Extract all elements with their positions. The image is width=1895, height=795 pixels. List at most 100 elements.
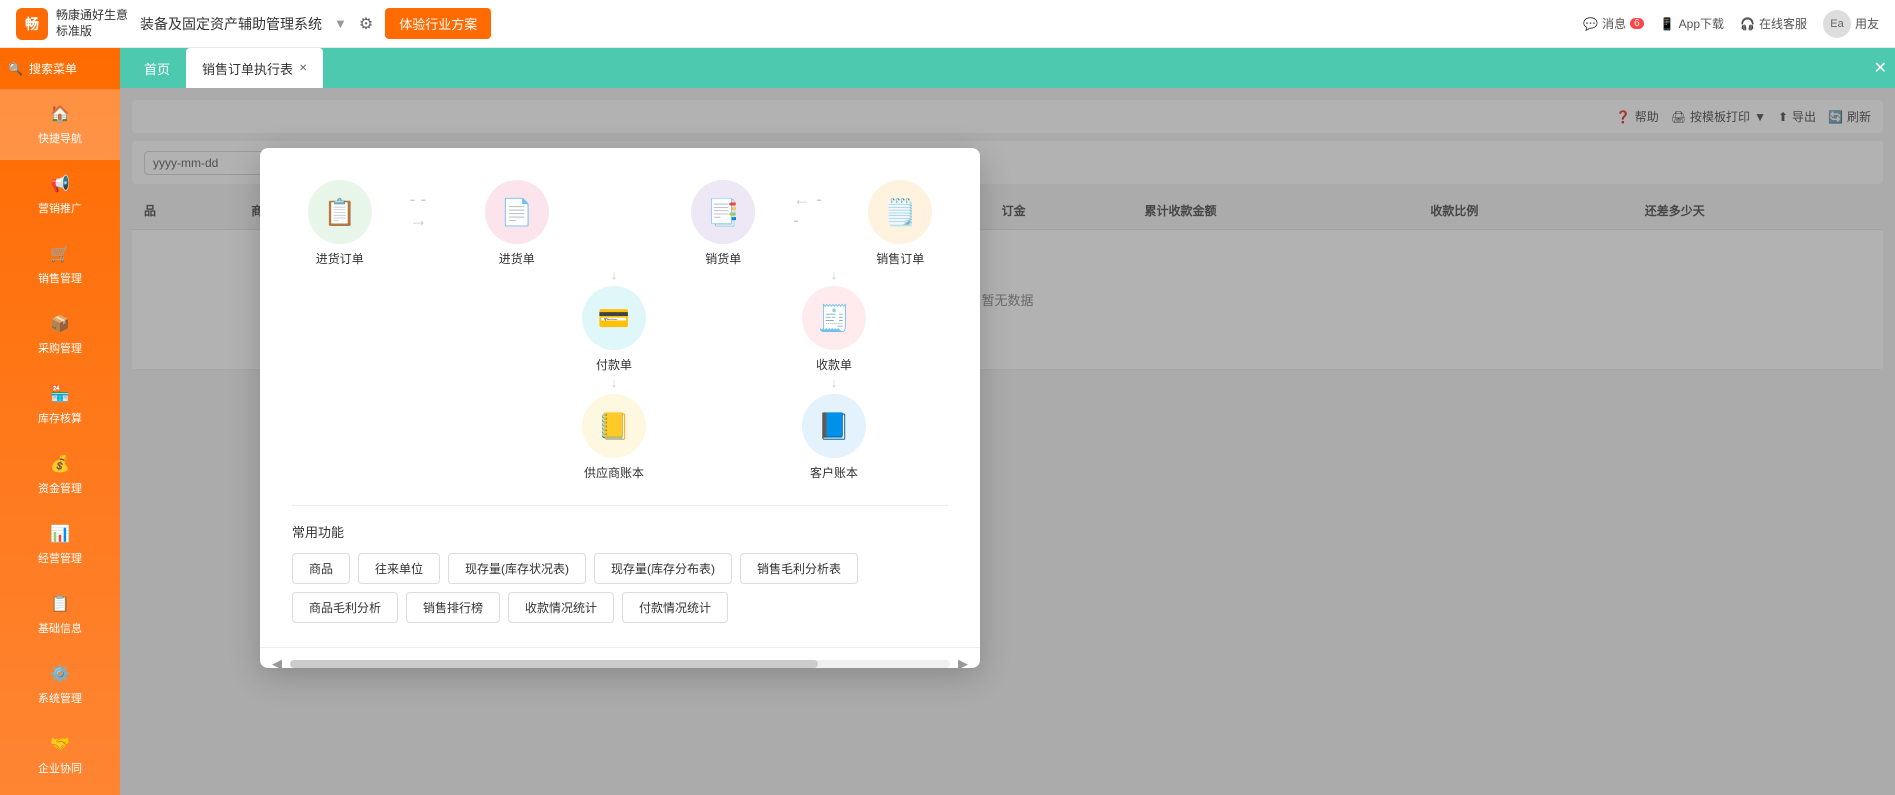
tab-sales-order-exec[interactable]: 销售订单执行表 ✕ bbox=[186, 48, 323, 88]
dropdown-arrow-icon[interactable]: ▼ bbox=[334, 16, 347, 31]
logo-text: 畅康通好生意 标准版 bbox=[56, 8, 128, 39]
modal: 📋 进货订单 - - → 📄 bbox=[260, 148, 980, 668]
cf-btn-sales-rank[interactable]: 销售排行榜 bbox=[406, 592, 500, 623]
cf-btn-product[interactable]: 商品 bbox=[292, 553, 350, 584]
receipt-circle: 🧾 bbox=[802, 286, 866, 350]
basic-info-icon: 📋 bbox=[50, 594, 70, 614]
cf-btn-stock-dist[interactable]: 现存量(库存分布表) bbox=[594, 553, 732, 584]
flow-item-sales-bill[interactable]: 📑 销货单 bbox=[658, 180, 789, 267]
logo-icon: 畅 bbox=[16, 8, 48, 40]
receipt-label: 收款单 bbox=[816, 356, 852, 373]
sales-tab-label: 销售订单执行表 bbox=[202, 59, 293, 78]
search-icon: 🔍 bbox=[8, 62, 23, 76]
message-badge: 6 bbox=[1630, 18, 1644, 29]
user-area[interactable]: Ea 用友 bbox=[1823, 10, 1879, 38]
purchase-order-circle: 📋 bbox=[308, 180, 372, 244]
flow-item-sales-order[interactable]: 🗒️ 销售订单 bbox=[835, 180, 966, 267]
tab-home[interactable]: 首页 bbox=[128, 48, 186, 88]
home-tab-label: 首页 bbox=[144, 59, 170, 78]
sidebar-item-quick-nav[interactable]: 🏠 快捷导航 bbox=[0, 90, 120, 160]
spacer-m3 bbox=[684, 375, 764, 390]
sidebar-item-inventory[interactable]: 🏪 库存核算 bbox=[0, 370, 120, 440]
spacer-a3 bbox=[476, 375, 544, 390]
settings-icon[interactable]: ⚙ bbox=[359, 14, 373, 34]
cf-btn-product-profit[interactable]: 商品毛利分析 bbox=[292, 592, 398, 623]
sidebar-item-marketing[interactable]: 📢 营销推广 bbox=[0, 160, 120, 230]
scroll-right-icon[interactable]: ▶ bbox=[958, 656, 968, 668]
flow-item-purchase-order[interactable]: 📋 进货订单 bbox=[274, 180, 405, 267]
sidebar-item-sales[interactable]: 🛒 销售管理 bbox=[0, 230, 120, 300]
supplier-ledger-circle: 📒 bbox=[582, 394, 646, 458]
arrow-down-receipt: ↓ bbox=[764, 375, 904, 390]
cf-btn-payment-stat[interactable]: 付款情况统计 bbox=[622, 592, 728, 623]
cf-btn-receipt-stat[interactable]: 收款情况统计 bbox=[508, 592, 614, 623]
modal-overlay[interactable]: 📋 进货订单 - - → 📄 bbox=[120, 88, 1895, 795]
flow-arrows-down-row: ↓ ↓ bbox=[292, 267, 948, 282]
system-title: 装备及固定资产辅助管理系统 bbox=[140, 14, 322, 34]
customer-ledger-icon: 📘 bbox=[818, 411, 850, 442]
logo-line1: 畅康通好生意 bbox=[56, 8, 128, 24]
sidebar-item-operations[interactable]: 📊 经营管理 bbox=[0, 510, 120, 580]
scroll-track bbox=[290, 660, 950, 668]
tab-close-icon[interactable]: ✕ bbox=[299, 63, 307, 74]
flow-item-payment[interactable]: 💳 付款单 bbox=[544, 286, 684, 373]
sidebar-item-purchase[interactable]: 📦 采购管理 bbox=[0, 300, 120, 370]
flow-item-receipt[interactable]: 🧾 收款单 bbox=[764, 286, 904, 373]
logo-line2: 标准版 bbox=[56, 24, 128, 40]
sidebar-label-basic-info: 基础信息 bbox=[38, 620, 82, 636]
app-download-label: App下载 bbox=[1679, 15, 1724, 32]
arrow-down-sales: ↓ bbox=[764, 267, 904, 282]
sidebar: 🔍 搜索菜单 🏠 快捷导航 📢 营销推广 🛒 销售管理 📦 采购管理 🏪 bbox=[0, 48, 120, 795]
flow-row-2: 💳 付款单 🧾 bbox=[336, 286, 904, 373]
main-content: 首页 销售订单执行表 ✕ ✕ ❓ 帮助 🖨 按 bbox=[120, 48, 1895, 795]
finance-icon: 💰 bbox=[50, 454, 70, 474]
sales-bill-icon: 📑 bbox=[707, 197, 739, 228]
cf-btn-partner[interactable]: 往来单位 bbox=[358, 553, 440, 584]
customer-ledger-label: 客户账本 bbox=[810, 464, 858, 481]
logo-area: 畅 畅康通好生意 标准版 bbox=[16, 8, 128, 40]
flow-item-supplier-ledger[interactable]: 📒 供应商账本 bbox=[544, 394, 684, 481]
sidebar-search[interactable]: 🔍 搜索菜单 bbox=[0, 48, 120, 90]
app-wrapper: 畅 畅康通好生意 标准版 装备及固定资产辅助管理系统 ▼ ⚙ 体验行业方案 💬 … bbox=[0, 0, 1895, 795]
supplier-ledger-label: 供应商账本 bbox=[584, 464, 644, 481]
cf-btn-sales-profit[interactable]: 销售毛利分析表 bbox=[740, 553, 858, 584]
operations-icon: 📊 bbox=[50, 524, 70, 544]
flow-row-3: 📒 供应商账本 📘 bbox=[336, 394, 904, 481]
modal-scroll[interactable]: ◀ ▶ bbox=[260, 647, 980, 668]
tab-bar-close-btn[interactable]: ✕ bbox=[1874, 58, 1887, 78]
purchase-bill-label: 进货单 bbox=[499, 250, 535, 267]
scroll-left-icon[interactable]: ◀ bbox=[272, 656, 282, 668]
supplier-ledger-icon: 📒 bbox=[598, 411, 630, 442]
cf-title: 常用功能 bbox=[292, 522, 948, 541]
spacer-left bbox=[336, 267, 476, 282]
sales-order-circle: 🗒️ bbox=[868, 180, 932, 244]
purchase-icon: 📦 bbox=[50, 314, 70, 334]
app-download-btn[interactable]: 📱 App下载 bbox=[1660, 15, 1724, 32]
logo-symbol: 畅 bbox=[25, 14, 39, 34]
online-service-btn[interactable]: 🎧 在线客服 bbox=[1740, 15, 1807, 32]
sidebar-item-system[interactable]: ⚙️ 系统管理 bbox=[0, 650, 120, 720]
experience-btn[interactable]: 体验行业方案 bbox=[385, 8, 491, 39]
sidebar-label-enterprise: 企业协同 bbox=[38, 760, 82, 776]
scroll-thumb bbox=[290, 660, 818, 668]
flow-item-customer-ledger[interactable]: 📘 客户账本 bbox=[764, 394, 904, 481]
user-label: 用友 bbox=[1855, 15, 1879, 32]
sidebar-item-basic-info[interactable]: 📋 基础信息 bbox=[0, 580, 120, 650]
sidebar-label-quick-nav: 快捷导航 bbox=[38, 130, 82, 146]
flow-item-purchase-bill[interactable]: 📄 进货单 bbox=[451, 180, 582, 267]
message-btn[interactable]: 💬 消息 6 bbox=[1583, 15, 1644, 32]
sidebar-item-newbie[interactable]: 🎯 新手引导 bbox=[0, 790, 120, 795]
arrow-down-purchase: ↓ bbox=[544, 267, 684, 282]
receipt-icon: 🧾 bbox=[818, 303, 850, 334]
cf-btn-stock-status[interactable]: 现存量(库存状况表) bbox=[448, 553, 586, 584]
common-functions: 常用功能 商品 往来单位 现存量(库存状况表) 现存量(库存分布表) 销售毛利分… bbox=[292, 505, 948, 623]
sidebar-item-enterprise[interactable]: 🤝 企业协同 bbox=[0, 720, 120, 790]
arrow-sales-order-to-bill: ← - - bbox=[793, 189, 831, 259]
online-service-label: 在线客服 bbox=[1759, 15, 1807, 32]
flow-arrows-down-row2: ↓ ↓ bbox=[292, 375, 948, 390]
sidebar-item-finance[interactable]: 💰 资金管理 bbox=[0, 440, 120, 510]
message-icon: 💬 bbox=[1583, 17, 1598, 31]
purchase-bill-circle: 📄 bbox=[485, 180, 549, 244]
home-icon: 🏠 bbox=[50, 104, 70, 124]
sales-order-icon: 🗒️ bbox=[884, 197, 916, 228]
